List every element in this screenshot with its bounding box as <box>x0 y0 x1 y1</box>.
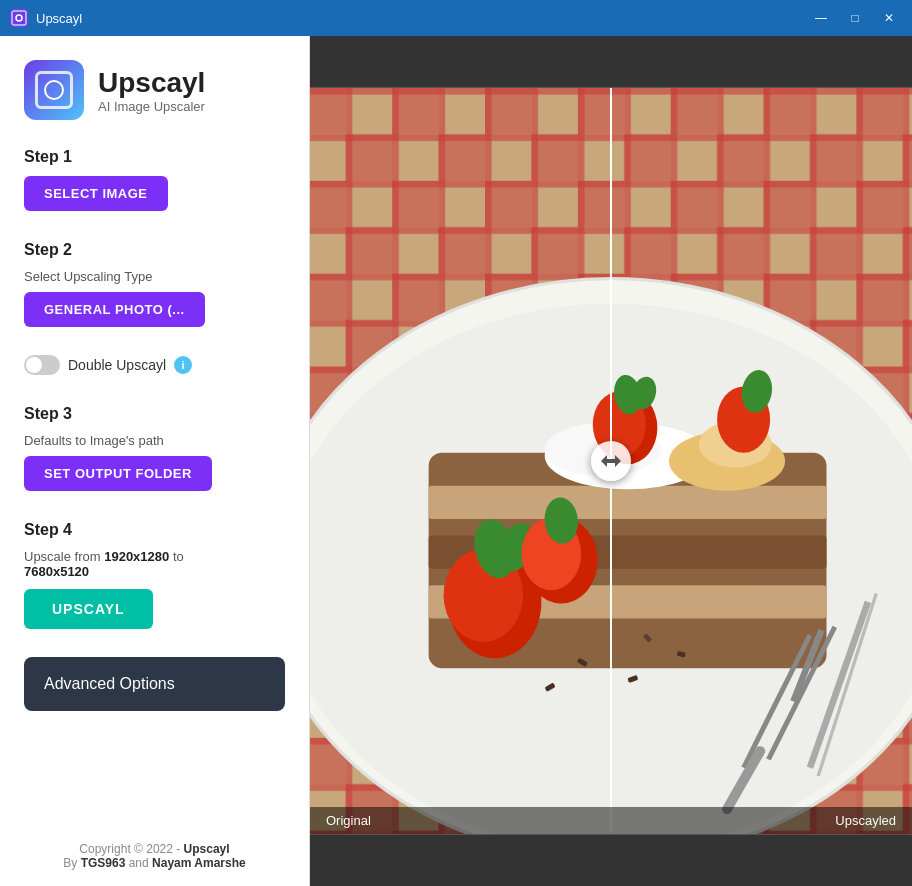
upscayl-button[interactable]: UPSCAYL <box>24 589 153 629</box>
step4-to-size: 7680x5120 <box>24 564 89 579</box>
main-layout: Upscayl AI Image Upscaler Step 1 SELECT … <box>0 36 912 886</box>
minimize-button[interactable]: — <box>808 8 834 28</box>
toggle-knob <box>26 357 42 373</box>
step2-label: Step 2 <box>24 241 285 259</box>
step1-label: Step 1 <box>24 148 285 166</box>
step4-description: Upscale from 1920x1280 to 7680x5120 <box>24 549 285 579</box>
step2-sublabel: Select Upscaling Type <box>24 269 285 284</box>
step1-section: Step 1 SELECT IMAGE <box>24 148 285 231</box>
titlebar-controls: — □ ✕ <box>808 8 902 28</box>
original-label: Original <box>326 813 371 828</box>
double-upscayl-toggle[interactable] <box>24 355 60 375</box>
step2-section: Step 2 Select Upscaling Type GENERAL PHO… <box>24 241 285 395</box>
app-title-group: Upscayl AI Image Upscaler <box>98 67 205 114</box>
step3-section: Step 3 Defaults to Image's path SET OUTP… <box>24 405 285 511</box>
close-button[interactable]: ✕ <box>876 8 902 28</box>
select-image-button[interactable]: SELECT IMAGE <box>24 176 168 211</box>
titlebar-title: Upscayl <box>36 11 808 26</box>
step4-label: Step 4 <box>24 521 285 539</box>
step3-sublabel: Defaults to Image's path <box>24 433 285 448</box>
upscayled-label: Upscayled <box>835 813 896 828</box>
upscaling-type-button[interactable]: GENERAL PHOTO (... <box>24 292 205 327</box>
toggle-label: Double Upscayl <box>68 357 166 373</box>
advanced-options-button[interactable]: Advanced Options <box>24 657 285 711</box>
arrows-icon <box>601 454 621 468</box>
app-subtitle: AI Image Upscaler <box>98 99 205 114</box>
titlebar: Upscayl — □ ✕ <box>0 0 912 36</box>
step4-from-size: 1920x1280 <box>104 549 169 564</box>
svg-rect-15 <box>429 486 827 519</box>
step4-desc-mid: to <box>169 549 183 564</box>
copyright-bold1: Upscayl <box>184 842 230 856</box>
compare-handle[interactable] <box>591 441 631 481</box>
app-logo <box>24 60 84 120</box>
titlebar-app-icon <box>10 9 28 27</box>
step3-label: Step 3 <box>24 405 285 423</box>
copyright: Copyright © 2022 - Upscayl By TGS963 and… <box>24 834 285 870</box>
step4-desc-prefix: Upscale from <box>24 549 104 564</box>
image-area: Original Upscayled <box>310 36 912 886</box>
double-upscayl-row: Double Upscayl i <box>24 355 285 375</box>
copyright-and: and <box>125 856 152 870</box>
compare-container[interactable]: Original Upscayled <box>310 88 912 834</box>
sidebar: Upscayl AI Image Upscaler Step 1 SELECT … <box>0 36 310 886</box>
app-logo-inner <box>35 71 73 109</box>
svg-marker-46 <box>601 455 621 467</box>
app-header: Upscayl AI Image Upscaler <box>24 60 285 120</box>
copyright-bold2: TGS963 <box>81 856 126 870</box>
image-bottom-bar <box>310 834 912 886</box>
maximize-button[interactable]: □ <box>842 8 868 28</box>
image-labels: Original Upscayled <box>310 807 912 834</box>
info-icon[interactable]: i <box>174 356 192 374</box>
copyright-bold3: Nayam Amarshe <box>152 856 246 870</box>
copyright-line1: Copyright © 2022 - <box>79 842 183 856</box>
app-name: Upscayl <box>98 67 205 99</box>
set-output-folder-button[interactable]: SET OUTPUT FOLDER <box>24 456 212 491</box>
copyright-line2: By <box>63 856 80 870</box>
step4-section: Step 4 Upscale from 1920x1280 to 7680x51… <box>24 521 285 647</box>
image-top-bar <box>310 36 912 88</box>
